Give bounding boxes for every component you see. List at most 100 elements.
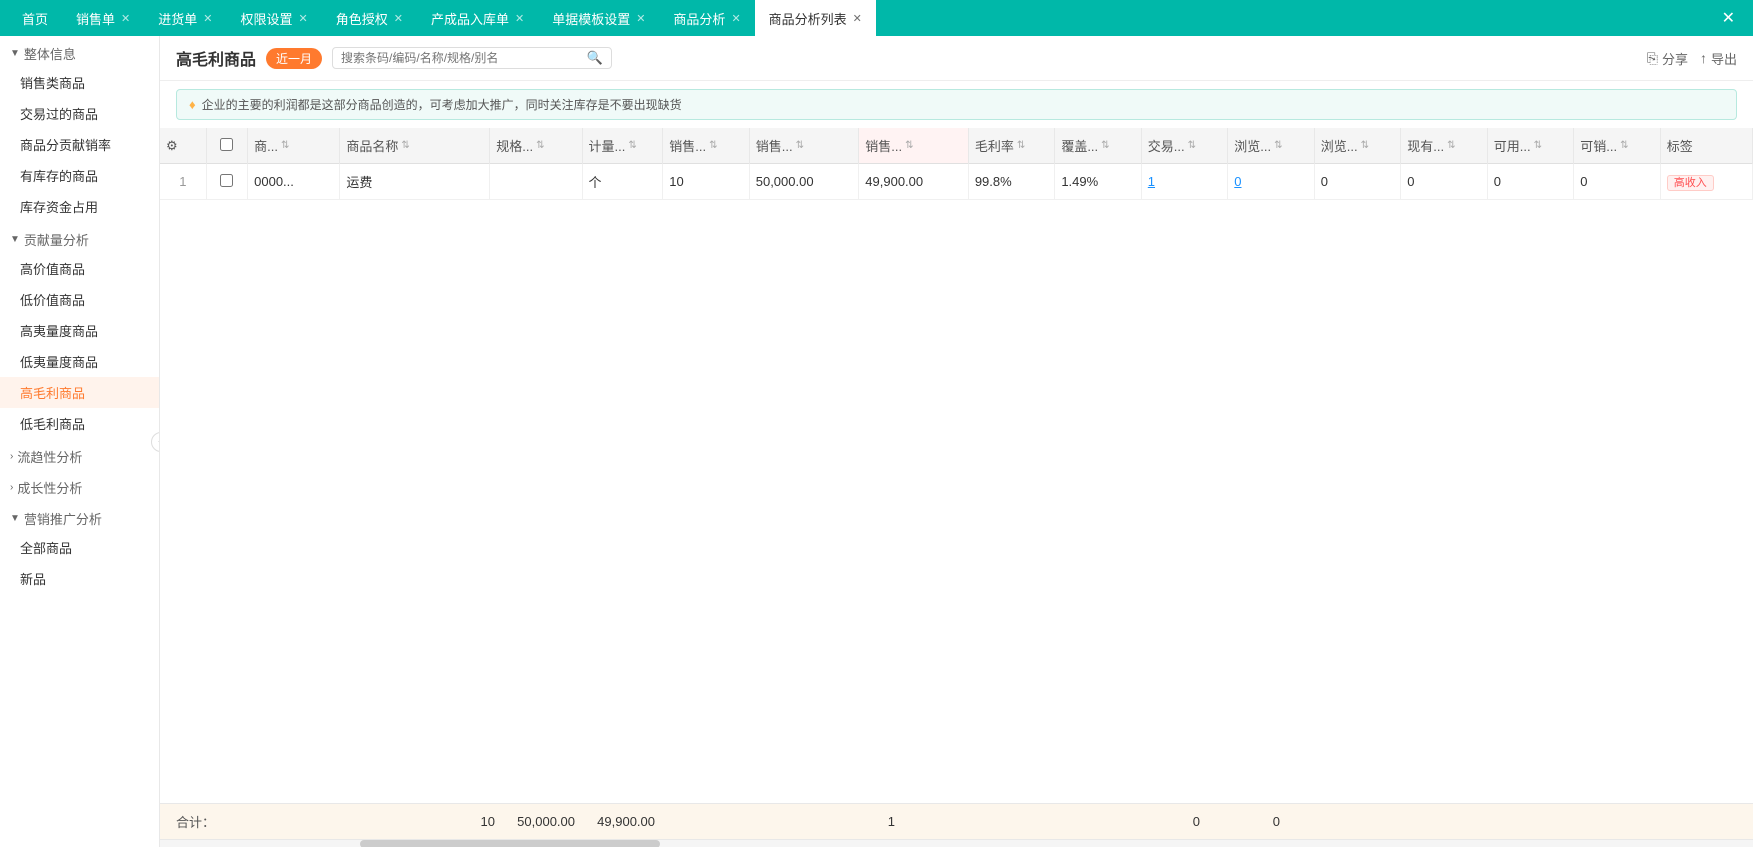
th-spec-label: 规格... — [496, 136, 533, 155]
th-coverage-label: 覆盖... — [1061, 136, 1098, 155]
select-all-checkbox[interactable] — [220, 138, 233, 151]
sort-unit-icon: ⇅ — [628, 140, 636, 151]
horizontal-scrollbar[interactable] — [160, 839, 1753, 847]
cell-spec — [490, 164, 582, 200]
th-transactions-label: 交易... — [1148, 136, 1185, 155]
export-icon: ↑ — [1700, 50, 1707, 66]
close-sales-tab[interactable]: ✕ — [121, 12, 130, 25]
footer-spacer5 — [990, 814, 1065, 829]
th-gross-rate[interactable]: 毛利率 ⇅ — [968, 128, 1054, 164]
sidebar-item-low-volume[interactable]: 低夷量度商品 — [0, 346, 159, 377]
cell-sales-profit: 49,900.00 — [859, 164, 969, 200]
cell-tag: 高收入 — [1660, 164, 1752, 200]
sidebar-item-high-value[interactable]: 高价值商品 — [0, 253, 159, 284]
close-permission-tab[interactable]: ✕ — [299, 12, 308, 25]
th-code[interactable]: 商... ⇅ — [248, 128, 340, 164]
browse1-link[interactable]: 0 — [1234, 174, 1241, 189]
cell-browse1: 0 — [1228, 164, 1314, 200]
footer-sales-amount: 50,000.00 — [515, 814, 595, 829]
cell-sales-qty: 10 — [663, 164, 749, 200]
cell-current-stock: 0 — [1401, 164, 1487, 200]
sidebar-item-sales-goods[interactable]: 销售类商品 — [0, 67, 159, 98]
sort-transactions-icon: ⇅ — [1188, 140, 1196, 151]
nav-permission[interactable]: 权限设置 ✕ — [226, 0, 321, 36]
th-gross-rate-label: 毛利率 — [975, 136, 1014, 155]
export-btn[interactable]: ↑ 导出 — [1700, 49, 1737, 68]
sort-browse2-icon: ⇅ — [1361, 140, 1369, 151]
nav-purchase[interactable]: 进货单 ✕ — [144, 0, 226, 36]
th-unit[interactable]: 计量... ⇅ — [582, 128, 663, 164]
nav-template[interactable]: 单据模板设置 ✕ — [538, 0, 659, 36]
th-checkbox[interactable] — [206, 128, 248, 164]
th-tag[interactable]: 标签 — [1660, 128, 1752, 164]
th-name-label: 商品名称 — [346, 136, 398, 155]
close-template-tab[interactable]: ✕ — [636, 12, 645, 25]
sidebar-item-new-goods[interactable]: 新品 — [0, 563, 159, 594]
footer-available: 0 — [1140, 814, 1220, 829]
nav-analysis[interactable]: 商品分析 ✕ — [659, 0, 754, 36]
sidebar-item-stocked-goods[interactable]: 有库存的商品 — [0, 160, 159, 191]
sidebar-item-contribution-rate[interactable]: 商品分贡献销率 — [0, 129, 159, 160]
notice-icon: ♦ — [189, 97, 196, 112]
sidebar-item-high-margin[interactable]: 高毛利商品 — [0, 377, 159, 408]
filter-recent-month-btn[interactable]: 近一月 — [266, 48, 322, 69]
share-btn[interactable]: ⎘ 分享 — [1647, 49, 1688, 68]
nav-role[interactable]: 角色授权 ✕ — [322, 0, 417, 36]
th-coverage[interactable]: 覆盖... ⇅ — [1055, 128, 1141, 164]
sidebar-item-stock-capital[interactable]: 库存资金占用 — [0, 191, 159, 222]
th-name[interactable]: 商品名称 ⇅ — [340, 128, 490, 164]
table-header-row: ⚙ 商... ⇅ 商品名称 — [160, 128, 1753, 164]
sidebar-item-all-goods[interactable]: 全部商品 — [0, 532, 159, 563]
th-sales-amount[interactable]: 销售... ⇅ — [749, 128, 859, 164]
th-browse1[interactable]: 浏览... ⇅ — [1228, 128, 1314, 164]
th-current-stock[interactable]: 现有... ⇅ — [1401, 128, 1487, 164]
sidebar-item-low-margin[interactable]: 低毛利商品 — [0, 408, 159, 439]
page-title: 高毛利商品 — [176, 46, 256, 70]
footer-spacer1 — [235, 814, 435, 829]
th-available[interactable]: 可用... ⇅ — [1487, 128, 1573, 164]
sidebar-group-growth[interactable]: › 成长性分析 — [0, 470, 159, 501]
close-purchase-tab[interactable]: ✕ — [203, 12, 212, 25]
sidebar-group-trend[interactable]: › 流趋性分析 — [0, 439, 159, 470]
sidebar-item-traded-goods[interactable]: 交易过的商品 — [0, 98, 159, 129]
row-checkbox[interactable] — [220, 174, 233, 187]
table-row: 1 0000... 运费 个 10 50,000.00 49,900.00 — [160, 164, 1753, 200]
sidebar-item-low-value[interactable]: 低价值商品 — [0, 284, 159, 315]
close-role-tab[interactable]: ✕ — [394, 12, 403, 25]
th-settings[interactable]: ⚙ — [160, 128, 206, 164]
sidebar: « ▼ 整体信息 销售类商品 交易过的商品 商品分贡献销率 有库存的商品 库存资… — [0, 36, 160, 847]
sidebar-item-high-volume[interactable]: 高夷量度商品 — [0, 315, 159, 346]
cell-sales-amount: 50,000.00 — [749, 164, 859, 200]
search-input[interactable] — [341, 51, 583, 65]
th-browse1-label: 浏览... — [1234, 136, 1271, 155]
footer-spacer3 — [755, 814, 835, 829]
search-icon[interactable]: 🔍 — [587, 50, 603, 66]
sidebar-group-overall[interactable]: ▼ 整体信息 — [0, 36, 159, 67]
nav-home[interactable]: 首页 — [8, 0, 62, 36]
footer-sales-profit: 49,900.00 — [595, 814, 675, 829]
nav-inbound[interactable]: 产成品入库单 ✕ — [417, 0, 538, 36]
close-analysis-list-tab[interactable]: ✕ — [853, 12, 862, 25]
cell-checkbox[interactable] — [206, 164, 248, 200]
th-spec[interactable]: 规格... ⇅ — [490, 128, 582, 164]
header-actions: ⎘ 分享 ↑ 导出 — [1647, 49, 1737, 68]
nav-sales[interactable]: 销售单 ✕ — [62, 0, 144, 36]
cell-browse2: 0 — [1314, 164, 1400, 200]
nav-analysis-list[interactable]: 商品分析列表 ✕ — [755, 0, 876, 36]
table-footer: 合计： 10 50,000.00 49,900.00 1 0 0 — [160, 803, 1753, 839]
close-window-btn[interactable]: ✕ — [1712, 8, 1745, 28]
group-arrow-overall: ▼ — [10, 48, 20, 59]
th-transactions[interactable]: 交易... ⇅ — [1141, 128, 1227, 164]
sidebar-group-contribution[interactable]: ▼ 贡献量分析 — [0, 222, 159, 253]
close-analysis-tab[interactable]: ✕ — [731, 12, 740, 25]
close-inbound-tab[interactable]: ✕ — [515, 12, 524, 25]
sort-sales-profit-icon: ⇅ — [905, 140, 913, 151]
th-sales-profit[interactable]: 销售... ⇅ — [859, 128, 969, 164]
th-sales-qty[interactable]: 销售... ⇅ — [663, 128, 749, 164]
th-sellable[interactable]: 可销... ⇅ — [1574, 128, 1660, 164]
transaction-link[interactable]: 1 — [1148, 174, 1155, 189]
sidebar-group-marketing[interactable]: ▼ 营销推广分析 — [0, 501, 159, 532]
scroll-thumb[interactable] — [360, 840, 660, 847]
cell-unit: 个 — [582, 164, 663, 200]
th-browse2[interactable]: 浏览... ⇅ — [1314, 128, 1400, 164]
